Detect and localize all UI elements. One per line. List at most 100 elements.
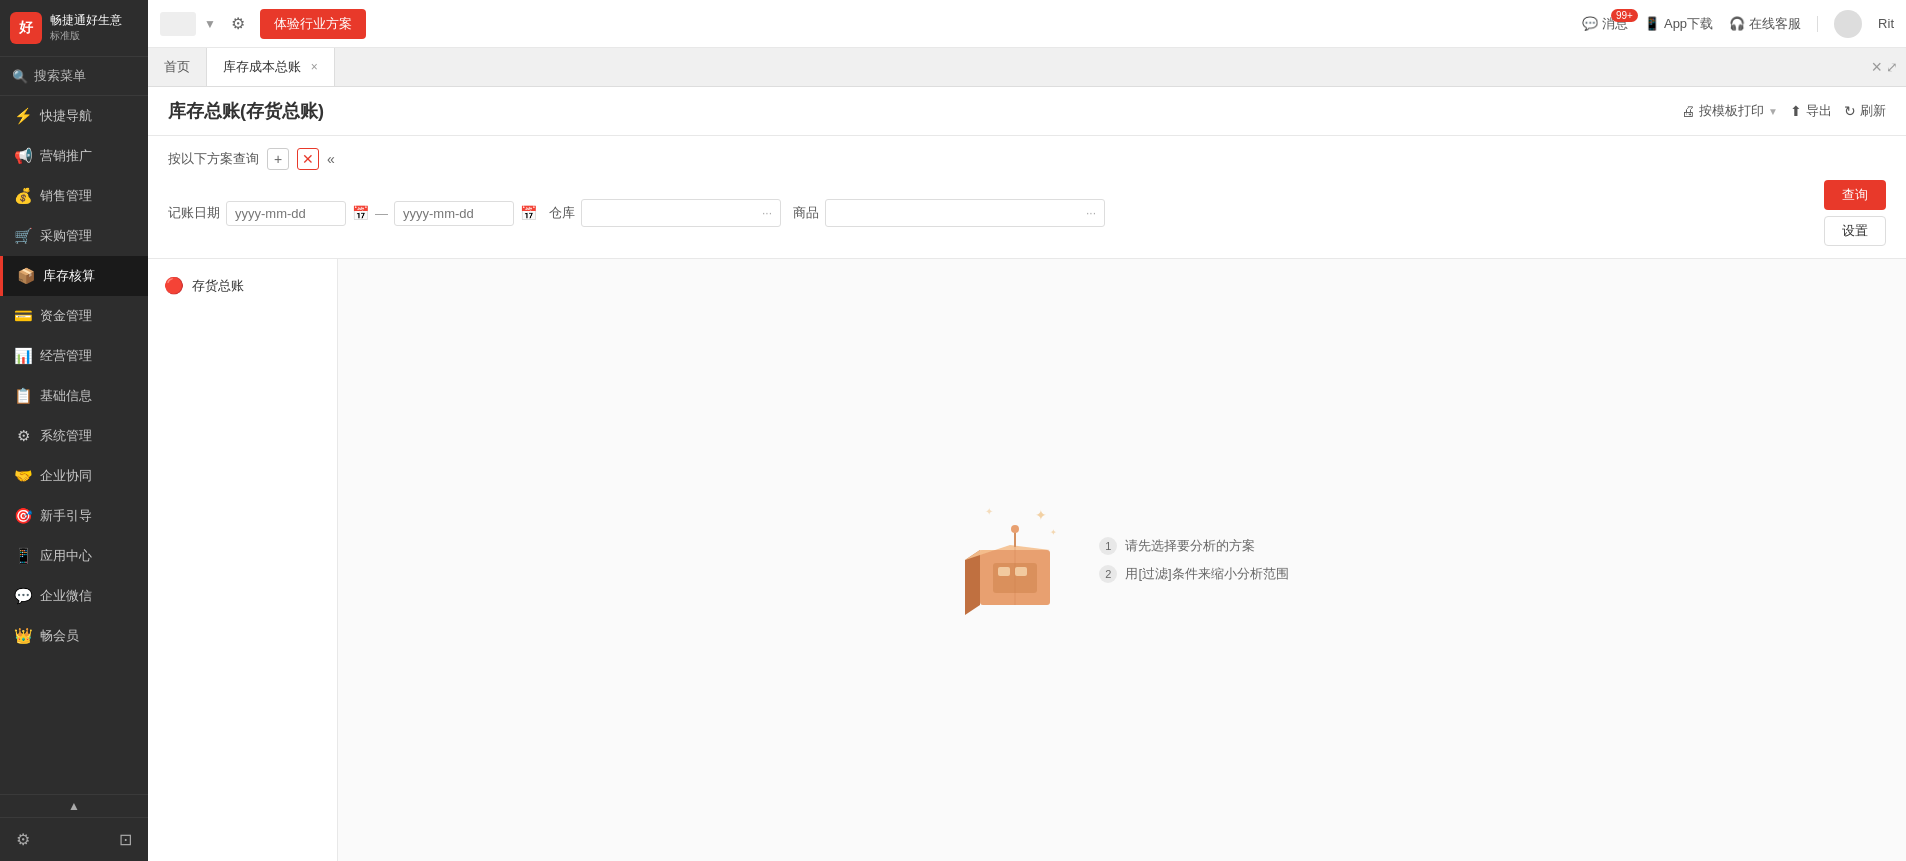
calendar-to-icon[interactable]: 📅 (520, 205, 537, 221)
empty-state: ✦ ✦ ✦ (338, 259, 1906, 861)
empty-content: ✦ ✦ ✦ (955, 500, 1288, 620)
app-name: 畅捷通好生意 (50, 13, 122, 29)
sidebar-item-finance[interactable]: 💳 资金管理 (0, 296, 148, 336)
empty-tip-2: 2 用[过滤]条件来缩小分析范围 (1099, 565, 1288, 583)
app-download-label: App下载 (1664, 15, 1713, 33)
sidebar-item-marketing[interactable]: 📢 营销推广 (0, 136, 148, 176)
sound-icon[interactable]: ⊡ (119, 830, 132, 849)
tip-num-2: 2 (1099, 565, 1117, 583)
operations-icon: 📊 (14, 347, 32, 365)
industry-btn[interactable]: 体验行业方案 (260, 9, 366, 39)
messages-badge: 99+ (1611, 9, 1638, 22)
export-btn[interactable]: ⬆ 导出 (1790, 102, 1832, 120)
sidebar-items: ⚡ 快捷导航 📢 营销推广 💰 销售管理 🛒 采购管理 📦 库存核算 💳 资金管… (0, 96, 148, 794)
gear-icon[interactable]: ⚙ (224, 10, 252, 38)
close-panel-btn[interactable]: × (1871, 57, 1882, 78)
sidebar-item-sales[interactable]: 💰 销售管理 (0, 176, 148, 216)
page-header: 库存总账(存货总账) 🖨 按模板打印 ▼ ⬆ 导出 ↻ 刷新 (148, 87, 1906, 136)
sidebar-item-purchase[interactable]: 🛒 采购管理 (0, 216, 148, 256)
sidebar-bottom: ⚙ ⊡ (0, 817, 148, 861)
query-btn[interactable]: 查询 (1824, 180, 1886, 210)
date-label: 记账日期 (168, 204, 220, 222)
username: Rit (1878, 16, 1894, 31)
messages-btn[interactable]: 💬 消息 99+ (1582, 15, 1628, 33)
search-label: 搜索菜单 (34, 67, 86, 85)
sidebar-item-label: 库存核算 (43, 267, 95, 285)
filter-panel: 按以下方案查询 + ✕ « 记账日期 📅 — 📅 (148, 136, 1906, 259)
tip-num-1: 1 (1099, 537, 1117, 555)
purchase-icon: 🛒 (14, 227, 32, 245)
gear-icon-symbol: ⚙ (231, 14, 245, 33)
settings-btn[interactable]: 设置 (1824, 216, 1886, 246)
delete-icon: ✕ (302, 151, 314, 167)
page-title: 库存总账(存货总账) (168, 99, 324, 123)
sidebar-item-app-center[interactable]: 📱 应用中心 (0, 536, 148, 576)
app-download-btn[interactable]: 📱 App下载 (1644, 15, 1713, 33)
export-label: 导出 (1806, 102, 1832, 120)
filter-collapse-btn[interactable]: « (327, 151, 335, 167)
warehouse-label: 仓库 (549, 204, 575, 222)
chevron-down-icon[interactable]: ▼ (204, 17, 216, 31)
date-from-input[interactable] (226, 201, 346, 226)
print-template-btn[interactable]: 🖨 按模板打印 ▼ (1681, 102, 1778, 120)
sidebar: 好 畅捷通好生意 标准版 🔍 搜索菜单 ⚡ 快捷导航 📢 营销推广 💰 销售管理… (0, 0, 148, 861)
date-separator: — (375, 206, 388, 221)
scheme-item-inventory-general[interactable]: 🔴 存货总账 (148, 267, 337, 304)
panel-controls: × ⤢ (1863, 57, 1906, 78)
online-service-btn[interactable]: 🎧 在线客服 (1729, 15, 1801, 33)
sidebar-item-label: 资金管理 (40, 307, 92, 325)
product-select[interactable]: ··· (825, 199, 1105, 227)
sidebar-item-wechat[interactable]: 💬 企业微信 (0, 576, 148, 616)
print-template-label: 按模板打印 (1699, 102, 1764, 120)
svg-text:✦: ✦ (1050, 528, 1057, 537)
scheme-icon: 🔴 (164, 276, 184, 295)
sidebar-logo: 好 畅捷通好生意 标准版 (0, 0, 148, 57)
system-icon: ⚙ (14, 427, 32, 445)
svg-rect-9 (1015, 567, 1027, 576)
quick-nav-icon: ⚡ (14, 107, 32, 125)
filter-add-btn[interactable]: + (267, 148, 289, 170)
date-to-input[interactable] (394, 201, 514, 226)
tab-close-icon[interactable]: × (311, 60, 318, 74)
product-more-icon: ··· (1086, 206, 1096, 220)
sidebar-item-guide[interactable]: 🎯 新手引导 (0, 496, 148, 536)
tabs-bar: 首页 库存成本总账 × × ⤢ (148, 48, 1906, 87)
refresh-btn[interactable]: ↻ 刷新 (1844, 102, 1886, 120)
logo-text-block: 畅捷通好生意 标准版 (50, 13, 122, 43)
warehouse-select[interactable]: ··· (581, 199, 781, 227)
sidebar-item-basics[interactable]: 📋 基础信息 (0, 376, 148, 416)
warehouse-more-icon: ··· (762, 206, 772, 220)
sidebar-item-system[interactable]: ⚙ 系统管理 (0, 416, 148, 456)
tab-home-label: 首页 (164, 59, 190, 74)
print-dropdown-icon[interactable]: ▼ (1768, 106, 1778, 117)
logo-icon: 好 (10, 12, 42, 44)
expand-panel-btn[interactable]: ⤢ (1886, 59, 1898, 75)
filter-section-label: 按以下方案查询 (168, 150, 259, 168)
svg-marker-4 (965, 550, 980, 615)
sidebar-item-operations[interactable]: 📊 经营管理 (0, 336, 148, 376)
tab-home[interactable]: 首页 (148, 48, 207, 86)
empty-svg: ✦ ✦ ✦ (955, 500, 1075, 620)
svg-rect-8 (998, 567, 1010, 576)
sidebar-item-quick-nav[interactable]: ⚡ 快捷导航 (0, 96, 148, 136)
calendar-from-icon[interactable]: 📅 (352, 205, 369, 221)
sidebar-item-member[interactable]: 👑 畅会员 (0, 616, 148, 656)
tip-text-2: 用[过滤]条件来缩小分析范围 (1125, 565, 1288, 583)
product-field: 商品 ··· (793, 199, 1105, 227)
svg-text:✦: ✦ (985, 506, 993, 517)
online-service-icon: 🎧 (1729, 16, 1745, 31)
sidebar-item-label: 新手引导 (40, 507, 92, 525)
tab-inventory-ledger[interactable]: 库存成本总账 × (207, 48, 335, 86)
product-label: 商品 (793, 204, 819, 222)
sidebar-scroll-up[interactable]: ▲ (0, 794, 148, 817)
empty-illustration: ✦ ✦ ✦ (955, 500, 1075, 620)
sidebar-item-label: 快捷导航 (40, 107, 92, 125)
settings-icon[interactable]: ⚙ (16, 830, 30, 849)
topbar-divider (1817, 16, 1818, 32)
filter-delete-btn[interactable]: ✕ (297, 148, 319, 170)
sidebar-search[interactable]: 🔍 搜索菜单 (0, 57, 148, 96)
sidebar-item-inventory[interactable]: 📦 库存核算 (0, 256, 148, 296)
page-header-actions: 🖨 按模板打印 ▼ ⬆ 导出 ↻ 刷新 (1681, 102, 1886, 120)
topbar-avatar (160, 12, 196, 36)
sidebar-item-enterprise[interactable]: 🤝 企业协同 (0, 456, 148, 496)
